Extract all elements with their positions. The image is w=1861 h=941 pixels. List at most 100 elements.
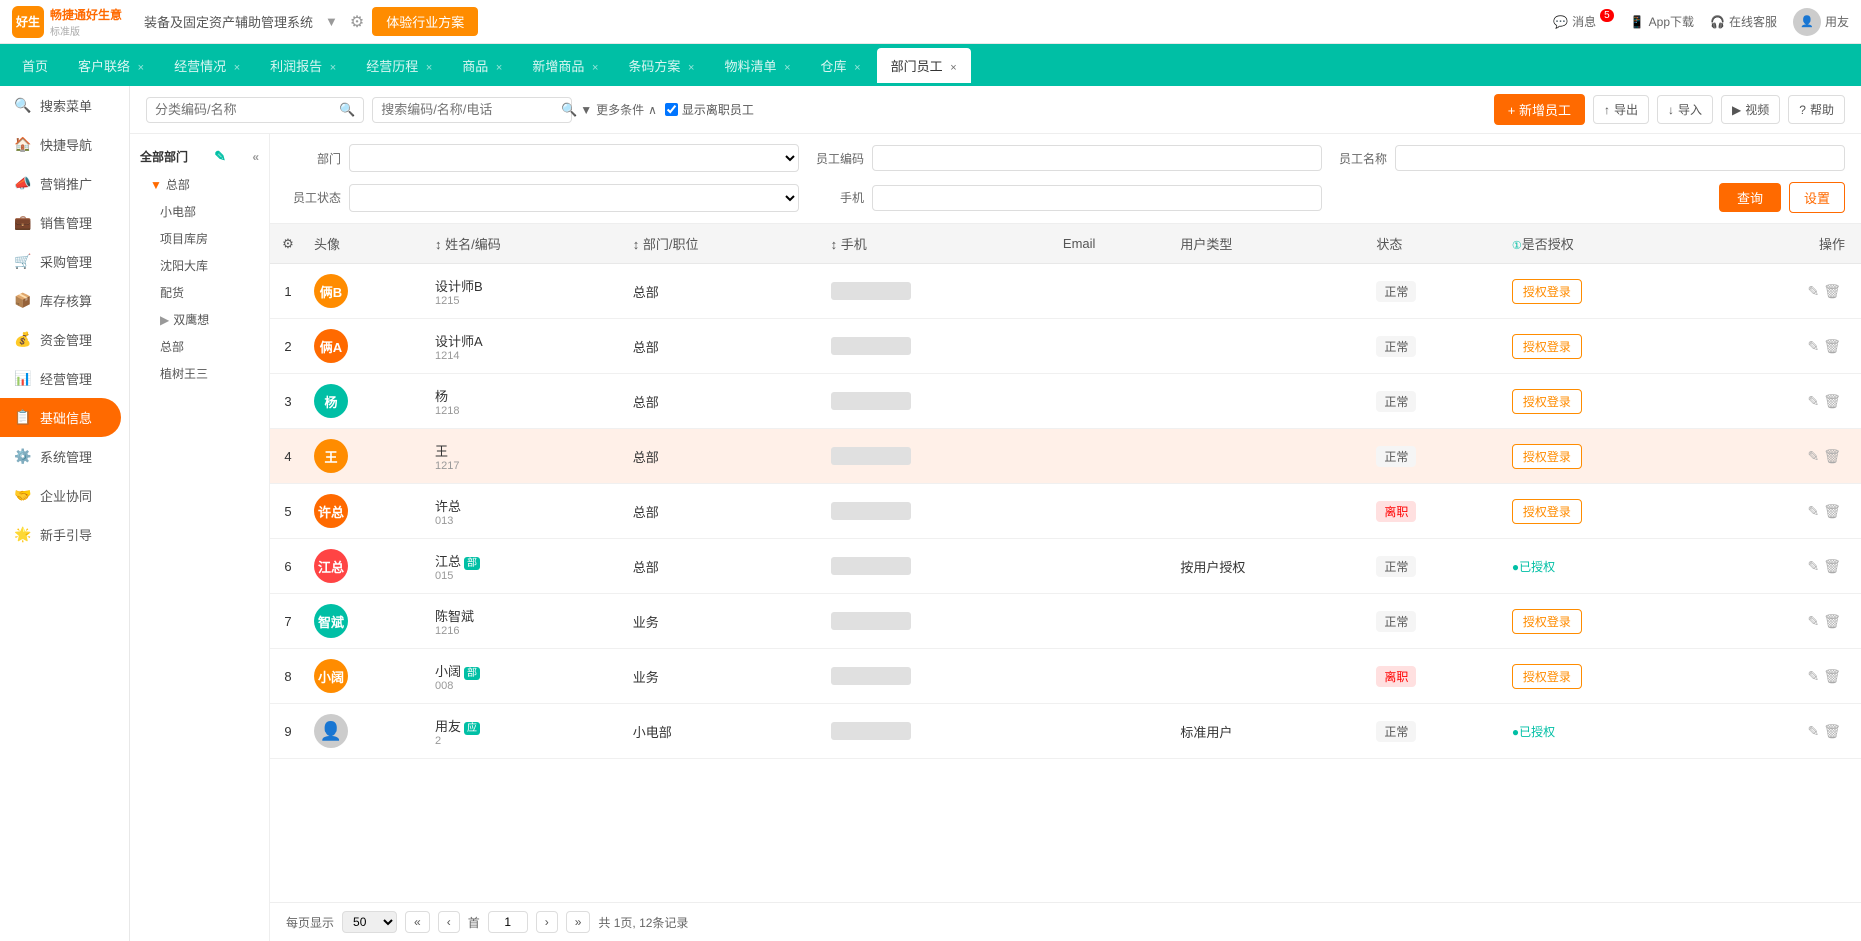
emp-status-select[interactable] (349, 184, 799, 212)
dept-item-peihuo[interactable]: 配货 (130, 279, 269, 306)
dept-item-label-xiangmu: 项目库房 (160, 230, 208, 247)
edit-icon[interactable]: ✎ (1807, 558, 1819, 574)
nav-item-operation[interactable]: 经营情况 × (160, 48, 254, 83)
auth-login-button[interactable]: 授权登录 (1512, 279, 1582, 304)
import-button[interactable]: ↓ 导入 (1657, 95, 1713, 124)
sidebar-item-search[interactable]: 🔍 搜索菜单 (0, 86, 129, 125)
col-auth[interactable]: ①是否授权 (1504, 224, 1712, 264)
delete-icon[interactable]: 🗑 (1823, 338, 1841, 354)
sidebar-item-guide[interactable]: 🌟 新手引导 (0, 515, 129, 554)
auth-login-button[interactable]: 授权登录 (1512, 664, 1582, 689)
auth-login-button[interactable]: 授权登录 (1512, 389, 1582, 414)
edit-dept-icon[interactable]: ✎ (214, 148, 226, 165)
sidebar-item-marketing[interactable]: 📣 营销推广 (0, 164, 129, 203)
employee-search-input[interactable] (381, 102, 557, 117)
employee-search-icon[interactable]: 🔍 (561, 102, 577, 118)
category-search-input[interactable] (155, 102, 335, 117)
sidebar-item-business[interactable]: 📊 经营管理 (0, 359, 129, 398)
emp-code-input[interactable] (872, 145, 1322, 171)
edit-icon[interactable]: ✎ (1807, 668, 1819, 684)
message-btn[interactable]: 💬 消息 5 (1553, 13, 1614, 30)
sidebar-item-inventory[interactable]: 📦 库存核算 (0, 281, 129, 320)
next-page-btn[interactable]: › (536, 911, 558, 933)
delete-icon[interactable]: 🗑 (1823, 723, 1841, 739)
nav-item-addgoods[interactable]: 新增商品 × (518, 48, 612, 83)
last-page-btn[interactable]: » (566, 911, 591, 933)
auth-login-button[interactable]: 授权登录 (1512, 444, 1582, 469)
set-button[interactable]: 设置 (1789, 182, 1845, 213)
delete-icon[interactable]: 🗑 (1823, 448, 1841, 464)
nav-item-employees[interactable]: 部门员工 × (877, 48, 971, 83)
col-settings[interactable]: ⚙ (270, 224, 306, 264)
nav-item-history[interactable]: 经营历程 × (352, 48, 446, 83)
sidebar-item-sales[interactable]: 💼 销售管理 (0, 203, 129, 242)
sidebar-item-purchase[interactable]: 🛒 采购管理 (0, 242, 129, 281)
edit-icon[interactable]: ✎ (1807, 283, 1819, 299)
emp-name-input[interactable] (1395, 145, 1845, 171)
nav-item-customer[interactable]: 客户联络 × (64, 48, 158, 83)
dept-item-zongbu2[interactable]: 总部 (130, 333, 269, 360)
collapse-icon[interactable]: « (252, 150, 259, 164)
auth-login-button[interactable]: 授权登录 (1512, 334, 1582, 359)
nav-item-barcode[interactable]: 条码方案 × (614, 48, 708, 83)
export-button[interactable]: ↑ 导出 (1593, 95, 1649, 124)
delete-icon[interactable]: 🗑 (1823, 613, 1841, 629)
app-download-btn[interactable]: 📱 App下载 (1630, 13, 1694, 30)
dropdown-icon[interactable]: ▼ (325, 14, 338, 29)
help-button[interactable]: ? 帮助 (1788, 95, 1845, 124)
trial-button[interactable]: 体验行业方案 (372, 7, 478, 36)
edit-icon[interactable]: ✎ (1807, 393, 1819, 409)
auth-login-button[interactable]: 授权登录 (1512, 499, 1582, 524)
nav-item-warehouse[interactable]: 仓库 × (807, 48, 875, 83)
settings-icon[interactable]: ⚙ (350, 12, 364, 32)
dept-item-shuangyingxiang[interactable]: ▶ 双鹰想 (130, 306, 269, 333)
sidebar-item-finance[interactable]: 💰 资金管理 (0, 320, 129, 359)
delete-icon[interactable]: 🗑 (1823, 503, 1841, 519)
sidebar-item-nav[interactable]: 🏠 快捷导航 (0, 125, 129, 164)
auth-login-button[interactable]: 授权登录 (1512, 609, 1582, 634)
online-service-btn[interactable]: 🎧 在线客服 (1710, 13, 1777, 30)
dept-item-xiaodianbu[interactable]: 小电部 (130, 198, 269, 225)
nav-item-home[interactable]: 首页 (8, 48, 62, 83)
query-button[interactable]: 查询 (1719, 183, 1781, 212)
more-filter-btn[interactable]: ▼ 更多条件 ∧ (580, 101, 657, 118)
phone-blur: •••••••• (831, 447, 911, 465)
sidebar-item-basic[interactable]: 📋 基础信息 (0, 398, 121, 437)
per-page-select[interactable]: 50 100 (342, 911, 397, 933)
delete-icon[interactable]: 🗑 (1823, 283, 1841, 299)
dept-filter-select[interactable] (349, 144, 799, 172)
nav-item-bom[interactable]: 物料清单 × (710, 48, 804, 83)
edit-icon[interactable]: ✎ (1807, 338, 1819, 354)
edit-icon[interactable]: ✎ (1807, 503, 1819, 519)
dept-item-shenyang[interactable]: 沈阳大库 (130, 252, 269, 279)
sidebar-item-system[interactable]: ⚙️ 系统管理 (0, 437, 129, 476)
page-number-input[interactable]: 1 (488, 911, 528, 933)
edit-icon[interactable]: ✎ (1807, 448, 1819, 464)
nav-item-profit[interactable]: 利润报告 × (256, 48, 350, 83)
add-employee-button[interactable]: + 新增员工 (1494, 94, 1585, 125)
dept-item-xiangmu[interactable]: 项目库房 (130, 225, 269, 252)
edit-icon[interactable]: ✎ (1807, 613, 1819, 629)
employee-search-box[interactable]: 🔍 (372, 97, 572, 123)
phone-input[interactable] (872, 185, 1322, 211)
user-area[interactable]: 👤 用友 (1793, 8, 1849, 36)
view-button[interactable]: ▶ 视频 (1721, 95, 1780, 124)
sidebar-item-collab[interactable]: 🤝 企业协同 (0, 476, 129, 515)
col-name[interactable]: ↕ 姓名/编码 (427, 224, 625, 264)
delete-icon[interactable]: 🗑 (1823, 393, 1841, 409)
show-resigned-checkbox[interactable]: 显示离职员工 (665, 101, 754, 118)
edit-icon[interactable]: ✎ (1807, 723, 1819, 739)
dept-item-zhishu[interactable]: 植树王三 (130, 360, 269, 387)
table-row: 9👤用友应2小电部••••••••标准用户正常●已授权✎🗑 (270, 704, 1861, 759)
category-search-icon[interactable]: 🔍 (339, 102, 355, 118)
first-page-btn[interactable]: « (405, 911, 430, 933)
category-search-box[interactable]: 🔍 (146, 97, 364, 123)
delete-icon[interactable]: 🗑 (1823, 558, 1841, 574)
col-dept[interactable]: ↕ 部门/职位 (625, 224, 823, 264)
prev-page-btn[interactable]: ‹ (438, 911, 460, 933)
nav-item-goods[interactable]: 商品 × (448, 48, 516, 83)
show-resigned-check[interactable] (665, 103, 678, 116)
dept-item-zongbu-arrow[interactable]: ▼ 总部 (130, 171, 269, 198)
col-phone[interactable]: ↕ 手机 (823, 224, 1055, 264)
delete-icon[interactable]: 🗑 (1823, 668, 1841, 684)
